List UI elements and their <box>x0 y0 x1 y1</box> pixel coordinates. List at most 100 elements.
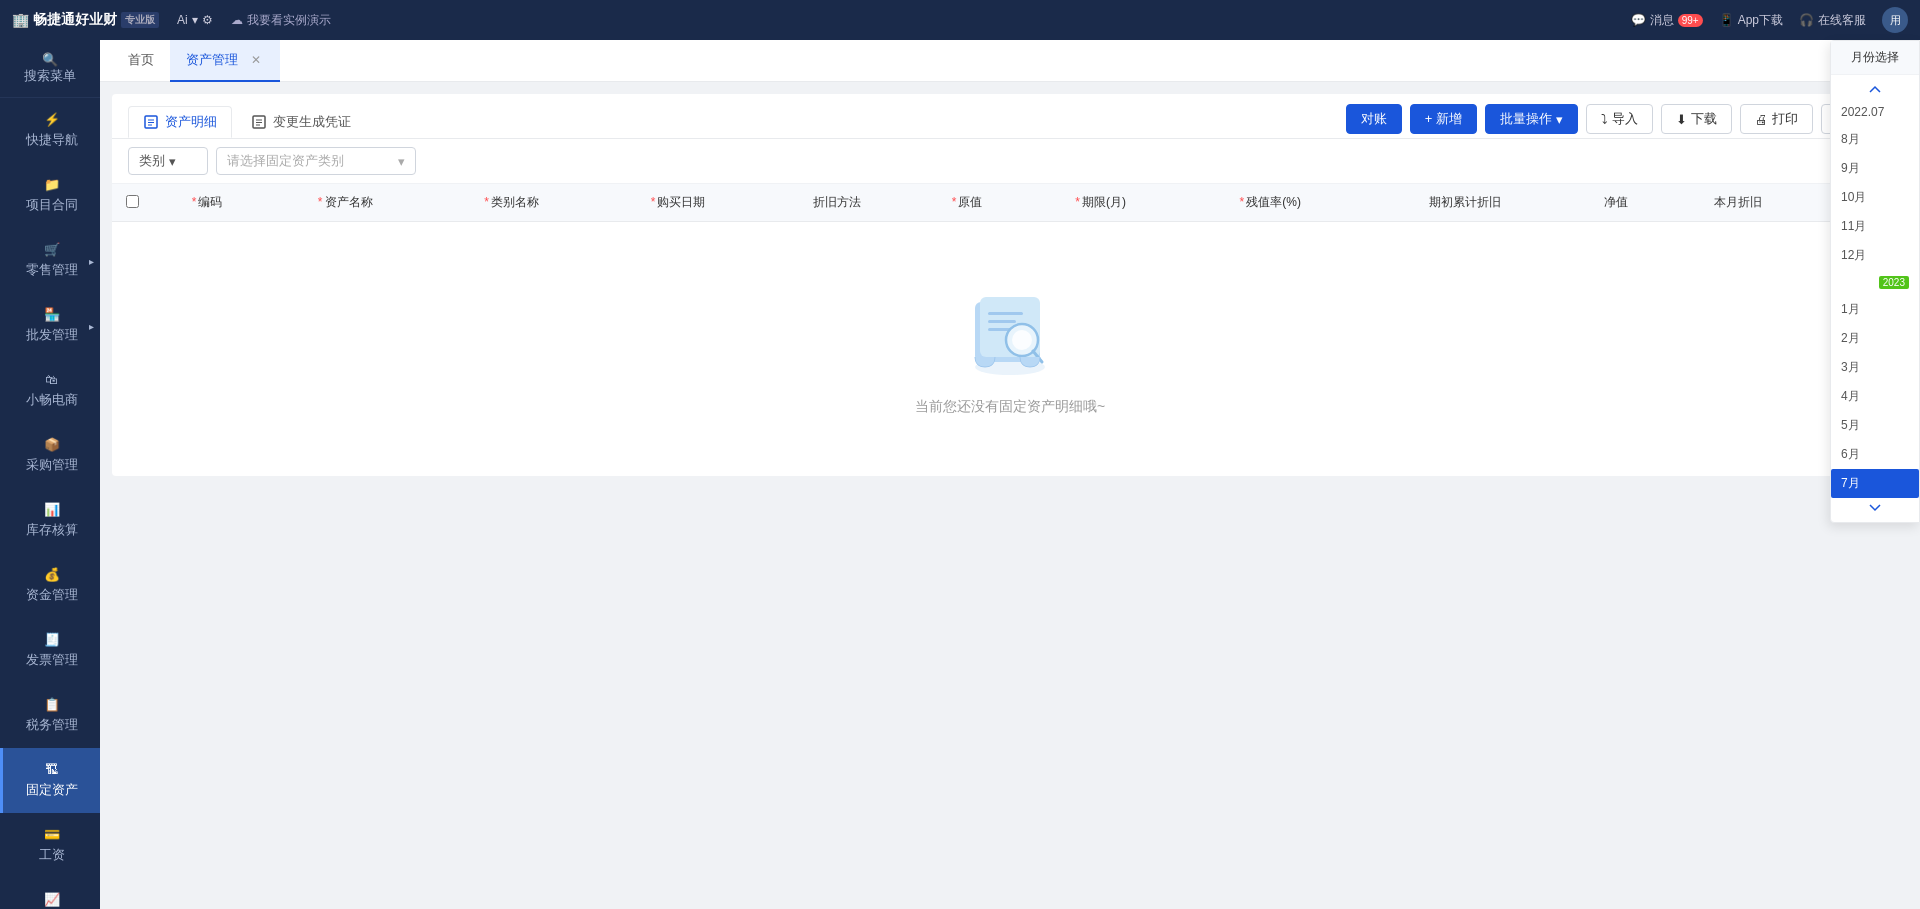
download-button[interactable]: ⬇ 下载 <box>1661 104 1732 134</box>
sidebar-item-retail[interactable]: 🛒 零售管理 ▸ <box>0 228 100 293</box>
import-button[interactable]: ⤵ 导入 <box>1586 104 1653 134</box>
batch-label: 批量操作 <box>1500 110 1552 128</box>
svg-point-15 <box>1012 330 1032 350</box>
th-asset-name: *资产名称 <box>262 184 428 222</box>
th-monthly-depreciation: 本月折旧 <box>1663 184 1814 222</box>
month-8-label: 8月 <box>1841 131 1860 148</box>
sidebar-item-inventory[interactable]: 📊 库存核算 <box>0 488 100 553</box>
month-11[interactable]: 11月 <box>1831 212 1919 241</box>
import-icon: ⤵ <box>1601 112 1608 127</box>
app-edition: 专业版 <box>121 12 159 28</box>
batch-button[interactable]: 批量操作 ▾ <box>1485 104 1578 134</box>
th-residual-rate: *残值率(%) <box>1179 184 1361 222</box>
search-icon: 🔍 <box>8 52 92 67</box>
month-nav-down[interactable] <box>1865 498 1885 518</box>
sidebar-item-fixed-assets[interactable]: 🏗 固定资产 <box>0 748 100 813</box>
fixed-assets-icon: 🏗 <box>45 762 58 777</box>
tab-home[interactable]: 首页 <box>112 40 170 82</box>
month-7[interactable]: 7月 <box>1831 469 1919 498</box>
month-8[interactable]: 8月 <box>1831 125 1919 154</box>
headset-icon: 🎧 <box>1799 13 1814 27</box>
month-4-label: 4月 <box>1841 388 1860 405</box>
th-period-months: *期限(月) <box>1022 184 1179 222</box>
month-year-2022[interactable]: 2022.07 <box>1831 99 1919 125</box>
wholesale-arrow-icon: ▸ <box>89 320 94 331</box>
app-brand: 🏢 畅捷通好业财 专业版 <box>12 11 159 29</box>
category-type-select[interactable]: 类别 ▾ <box>128 147 208 175</box>
message-button[interactable]: 💬 消息 99+ <box>1631 12 1703 29</box>
th-net-value: 净值 <box>1569 184 1663 222</box>
sidebar-item-quick-nav[interactable]: ⚡ 快捷导航 <box>0 98 100 163</box>
print-button[interactable]: 🖨 打印 <box>1740 104 1813 134</box>
th-category-name: *类别名称 <box>428 184 594 222</box>
project-label: 项目合同 <box>26 196 78 214</box>
month-5[interactable]: 5月 <box>1831 411 1919 440</box>
th-code: *编码 <box>152 184 262 222</box>
asset-detail-label: 资产明细 <box>165 113 217 131</box>
app-download-button[interactable]: 📱 App下载 <box>1719 12 1783 29</box>
svg-rect-12 <box>988 320 1016 323</box>
main-layout: 🔍 搜索菜单 ⚡ 快捷导航 📁 项目合同 🛒 零售管理 ▸ 🏪 批发管理 ▸ 🛍… <box>0 40 1920 909</box>
print-label: 打印 <box>1772 110 1798 128</box>
message-icon: 💬 <box>1631 13 1646 27</box>
sidebar-search[interactable]: 🔍 搜索菜单 <box>0 40 100 98</box>
reconcile-button[interactable]: 对账 <box>1346 104 1402 134</box>
sub-tab-change-voucher[interactable]: 变更生成凭证 <box>236 106 366 138</box>
asset-tab-label: 资产管理 <box>186 51 238 69</box>
add-label: + 新增 <box>1425 110 1462 128</box>
sidebar-item-ecommerce[interactable]: 🛍 小畅电商 <box>0 358 100 423</box>
month-picker-header: 月份选择 <box>1831 41 1919 75</box>
month-6-label: 6月 <box>1841 446 1860 463</box>
inventory-icon: 📊 <box>44 502 60 517</box>
invoice-label: 发票管理 <box>26 651 78 669</box>
th-depreciation-method: 折旧方法 <box>761 184 912 222</box>
message-label: 消息 <box>1650 12 1674 29</box>
current-year-label: 2022.07 <box>1841 105 1884 119</box>
sidebar-item-project[interactable]: 📁 项目合同 <box>0 163 100 228</box>
month-1[interactable]: 1月 <box>1831 295 1919 324</box>
sidebar-item-invoice[interactable]: 🧾 发票管理 <box>0 618 100 683</box>
sidebar-item-salary[interactable]: 💳 工资 <box>0 813 100 878</box>
category-dropdown-icon: ▾ <box>398 154 405 169</box>
month-2[interactable]: 2月 <box>1831 324 1919 353</box>
month-4[interactable]: 4月 <box>1831 382 1919 411</box>
month-1-label: 1月 <box>1841 301 1860 318</box>
select-all-checkbox[interactable] <box>126 195 139 208</box>
sidebar-item-purchase[interactable]: 📦 采购管理 <box>0 423 100 488</box>
add-button[interactable]: + 新增 <box>1410 104 1477 134</box>
month-9[interactable]: 9月 <box>1831 154 1919 183</box>
purchase-label: 采购管理 <box>26 456 78 474</box>
sub-tab-asset-detail[interactable]: 资产明细 <box>128 106 232 138</box>
sidebar-item-management[interactable]: 📈 经营管理 <box>0 878 100 909</box>
tab-asset-management[interactable]: 资产管理 ✕ <box>170 40 280 82</box>
category-select[interactable]: 请选择固定资产类别 ▾ <box>216 147 416 175</box>
print-icon: 🖨 <box>1755 112 1768 127</box>
salary-icon: 💳 <box>44 827 60 842</box>
change-voucher-label: 变更生成凭证 <box>273 113 351 131</box>
month-3-label: 3月 <box>1841 359 1860 376</box>
month-year-2023[interactable]: 2023 <box>1831 270 1919 295</box>
empty-state: 当前您还没有固定资产明细哦~ <box>112 222 1908 476</box>
month-7-label: 7月 <box>1841 475 1860 492</box>
month-2-label: 2月 <box>1841 330 1860 347</box>
month-nav-up[interactable] <box>1865 79 1885 99</box>
sidebar-item-wholesale[interactable]: 🏪 批发管理 ▸ <box>0 293 100 358</box>
tab-close-button[interactable]: ✕ <box>248 52 264 68</box>
sidebar-item-finance[interactable]: 💰 资金管理 <box>0 553 100 618</box>
settings-icon[interactable]: ⚙ <box>202 13 213 27</box>
sidebar-item-tax[interactable]: 📋 税务管理 <box>0 683 100 748</box>
month-12[interactable]: 12月 <box>1831 241 1919 270</box>
month-10-label: 10月 <box>1841 189 1866 206</box>
import-label: 导入 <box>1612 110 1638 128</box>
user-avatar[interactable]: 用 <box>1882 7 1908 33</box>
th-accumulated-depreciation: 期初累计折旧 <box>1361 184 1568 222</box>
svg-rect-11 <box>988 312 1023 315</box>
company-selector[interactable]: Ai ▾ ⚙ <box>177 13 213 27</box>
month-10[interactable]: 10月 <box>1831 183 1919 212</box>
demo-text: 我要看实例演示 <box>247 12 331 29</box>
download-icon: ⬇ <box>1676 112 1687 127</box>
month-6[interactable]: 6月 <box>1831 440 1919 469</box>
online-service-button[interactable]: 🎧 在线客服 <box>1799 12 1866 29</box>
month-3[interactable]: 3月 <box>1831 353 1919 382</box>
demo-link[interactable]: ☁ 我要看实例演示 <box>231 12 331 29</box>
